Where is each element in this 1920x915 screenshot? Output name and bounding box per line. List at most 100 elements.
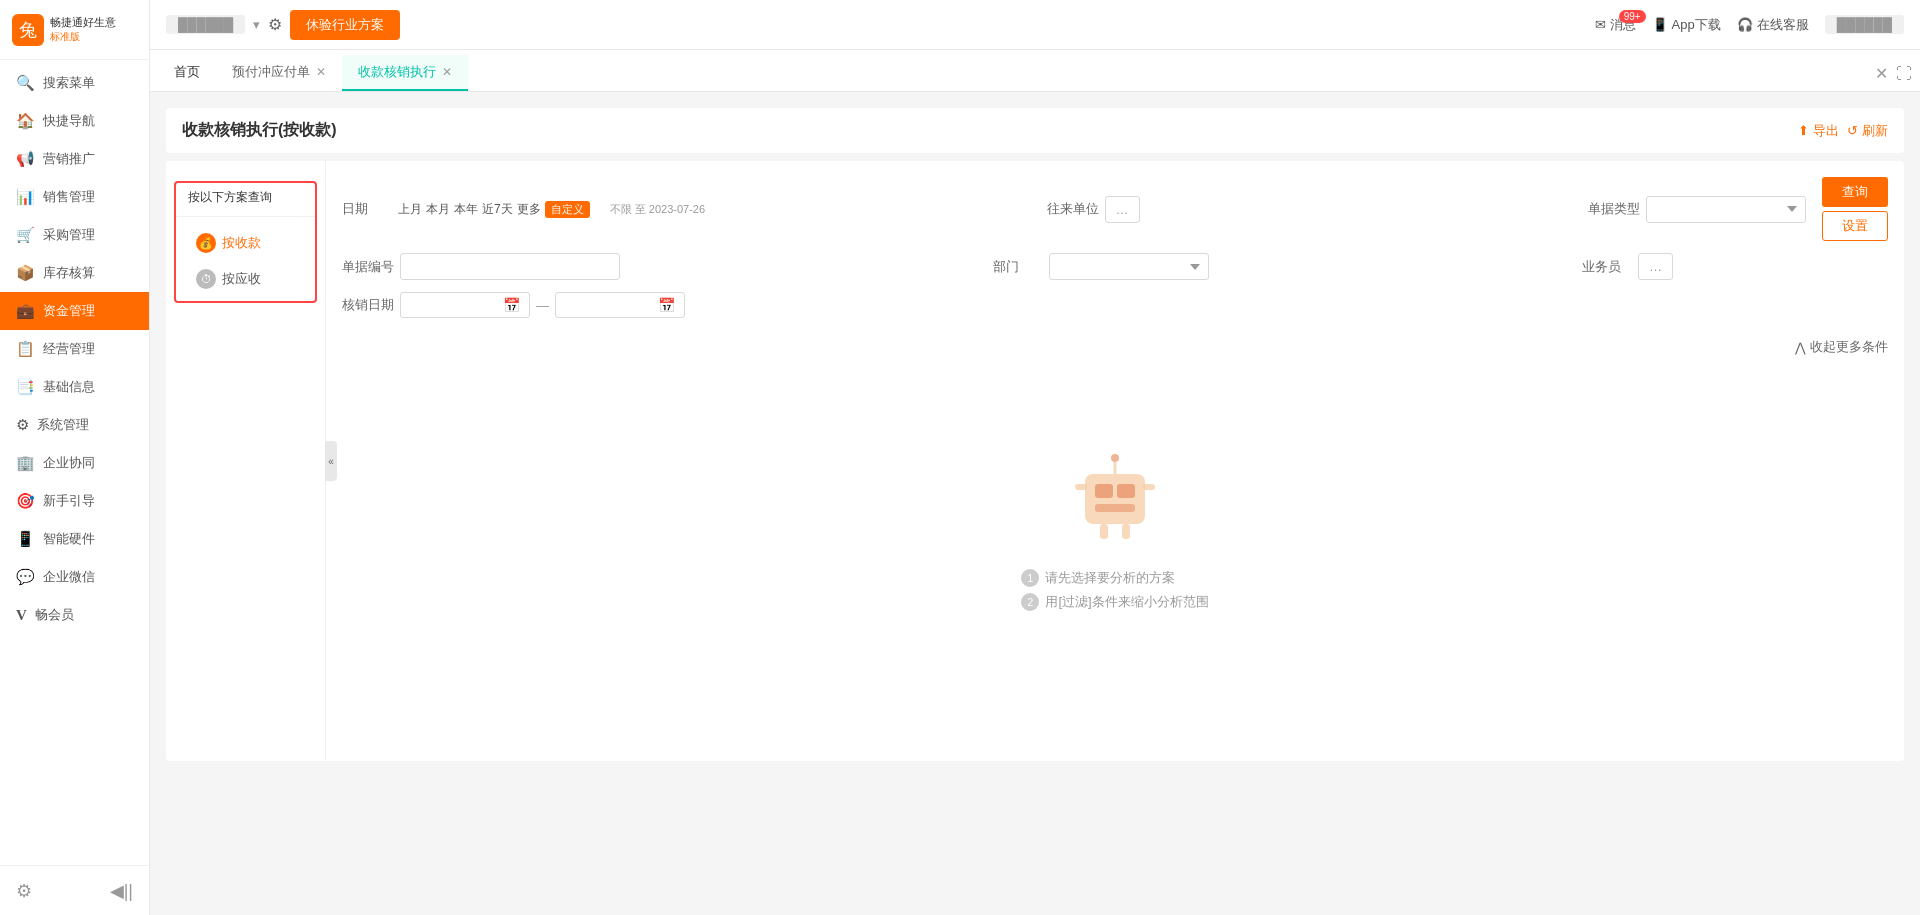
empty-step-2: 2 用[过滤]条件来缩小分析范围	[1021, 593, 1208, 611]
salesperson-input-btn[interactable]: …	[1638, 253, 1673, 280]
by-receivable-icon: ⏱	[196, 269, 216, 289]
title-actions: ⬆ 导出 ↺ 刷新	[1798, 122, 1888, 140]
sidebar-item-label: 营销推广	[43, 150, 95, 168]
tab-receivable-label: 收款核销执行	[358, 63, 436, 81]
export-btn[interactable]: ⬆ 导出	[1798, 122, 1839, 140]
filter-by-receivable[interactable]: ⏱ 按应收	[176, 261, 315, 297]
operations-icon: 📋	[16, 340, 35, 358]
date-this-year[interactable]: 本年	[454, 201, 478, 218]
date-hint: 不限 至 2023-07-26	[610, 202, 705, 217]
sidebar-item-member[interactable]: V 畅会员	[0, 596, 149, 634]
cal-end-icon[interactable]: 📅	[658, 297, 675, 313]
doctype-select[interactable]	[1646, 196, 1806, 223]
action-btns: 查询 设置	[1822, 177, 1888, 241]
dept-select[interactable]	[1049, 253, 1209, 280]
query-btn[interactable]: 查询	[1822, 177, 1888, 207]
sidebar-item-label: 采购管理	[43, 226, 95, 244]
sidebar-item-label: 销售管理	[43, 188, 95, 206]
tab-receivable[interactable]: 收款核销执行 ✕	[342, 55, 468, 91]
tab-home[interactable]: 首页	[158, 55, 216, 91]
date-end-wrap: 2023-07-21 📅	[555, 292, 685, 318]
header-dropdown-icon[interactable]: ▾	[253, 17, 260, 32]
online-service-btn[interactable]: 🎧 在线客服	[1737, 16, 1809, 34]
filter-panel: 按以下方案查询 💰 按收款 ⏱ 按应收 «	[166, 161, 326, 761]
dept-label: 部门	[993, 258, 1043, 276]
sidebar-footer: ⚙ ◀‍||	[0, 865, 149, 915]
sidebar-item-hardware[interactable]: 📱 智能硬件	[0, 520, 149, 558]
tab-prepay-label: 预付冲应付单	[232, 63, 310, 81]
date-custom-tag[interactable]: 自定义	[545, 201, 590, 218]
user-avatar[interactable]: ██████	[1825, 15, 1904, 34]
tab-receivable-close[interactable]: ✕	[442, 65, 452, 79]
svg-rect-1	[1095, 484, 1113, 498]
sidebar-item-wechat[interactable]: 💬 企业微信	[0, 558, 149, 596]
sidebar-item-sales[interactable]: 📊 销售管理	[0, 178, 149, 216]
svg-point-9	[1111, 454, 1119, 462]
date-hint-text: 不限 至 2023-07-26	[610, 202, 705, 217]
svg-rect-3	[1095, 504, 1135, 512]
counterpart-input-btn[interactable]: …	[1105, 196, 1140, 223]
header-gear-icon[interactable]: ⚙	[268, 15, 282, 34]
app-download-label: App下载	[1672, 16, 1721, 34]
sidebar-item-label: 智能硬件	[43, 530, 95, 548]
sidebar-item-onboarding[interactable]: 🎯 新手引导	[0, 482, 149, 520]
sidebar-item-operations[interactable]: 📋 经营管理	[0, 330, 149, 368]
filter-options-box: 按以下方案查询 💰 按收款 ⏱ 按应收	[174, 181, 317, 303]
step2-text: 用[过滤]条件来缩小分析范围	[1045, 593, 1208, 611]
industry-btn[interactable]: 休验行业方案	[290, 10, 400, 40]
sidebar-item-inventory[interactable]: 📦 库存核算	[0, 254, 149, 292]
svg-rect-4	[1100, 524, 1108, 539]
date-start-input[interactable]: 2023-03-01	[409, 298, 499, 313]
empty-illustration	[1055, 444, 1175, 544]
sidebar-item-marketing[interactable]: 📢 营销推广	[0, 140, 149, 178]
tab-maximize-btn[interactable]: ⛶	[1896, 64, 1912, 83]
collapse-sidebar-icon[interactable]: ◀‍||	[110, 880, 133, 902]
sidebar-item-search-menu[interactable]: 🔍 搜索菜单	[0, 64, 149, 102]
writeoff-date-field: 核销日期 2023-03-01 📅 — 2023-07-21 📅	[342, 292, 685, 318]
header-left: ██████ ▾ ⚙ 休验行业方案	[166, 10, 400, 40]
message-badge: 99+	[1619, 10, 1646, 23]
page-title: 收款核销执行(按收款)	[182, 120, 337, 141]
sidebar: 兔 畅捷通好生意 标准版 🔍 搜索菜单 🏠 快捷导航 📢 营销推广 📊 销售管理…	[0, 0, 150, 915]
date-start-wrap: 2023-03-01 📅	[400, 292, 530, 318]
tab-bar: 首页 预付冲应付单 ✕ 收款核销执行 ✕ ✕ ⛶	[150, 50, 1920, 92]
cal-start-icon[interactable]: 📅	[503, 297, 520, 313]
sidebar-item-basic-info[interactable]: 📑 基础信息	[0, 368, 149, 406]
date-this-month[interactable]: 本月	[426, 201, 450, 218]
docnum-label: 单据编号	[342, 258, 394, 276]
sidebar-item-finance[interactable]: 💼 资金管理	[0, 292, 149, 330]
collapse-more-btn[interactable]: ⋀ 收起更多条件	[1795, 338, 1888, 356]
date-more[interactable]: 更多	[517, 201, 541, 218]
message-btn[interactable]: ✉ 消息 99+	[1595, 16, 1636, 34]
svg-rect-5	[1122, 524, 1130, 539]
refresh-btn[interactable]: ↺ 刷新	[1847, 122, 1888, 140]
date-end-input[interactable]: 2023-07-21	[564, 298, 654, 313]
main-area: ██████ ▾ ⚙ 休验行业方案 ✉ 消息 99+ 📱 App下载 🎧 在线客…	[150, 0, 1920, 915]
settings-icon[interactable]: ⚙	[16, 880, 32, 902]
search-menu-icon: 🔍	[16, 74, 35, 92]
app-download-btn[interactable]: 📱 App下载	[1652, 16, 1721, 34]
collapse-filter-btn[interactable]: «	[325, 441, 337, 481]
tab-prepay-close[interactable]: ✕	[316, 65, 326, 79]
svg-rect-6	[1075, 484, 1087, 490]
tab-close-window-btn[interactable]: ✕	[1875, 64, 1888, 83]
marketing-icon: 📢	[16, 150, 35, 168]
wechat-icon: 💬	[16, 568, 35, 586]
header-right: ✉ 消息 99+ 📱 App下载 🎧 在线客服 ██████	[1595, 15, 1904, 34]
sidebar-item-enterprise[interactable]: 🏢 企业协同	[0, 444, 149, 482]
sidebar-item-purchase[interactable]: 🛒 采购管理	[0, 216, 149, 254]
by-receivable-label: 按应收	[222, 270, 261, 288]
sidebar-item-quick-nav[interactable]: 🏠 快捷导航	[0, 102, 149, 140]
date-separator: —	[536, 298, 549, 313]
filter-by-receipt[interactable]: 💰 按收款	[176, 225, 315, 261]
main-panel: 按以下方案查询 💰 按收款 ⏱ 按应收 «	[166, 161, 1904, 761]
date-range: 2023-03-01 📅 — 2023-07-21 📅	[400, 292, 685, 318]
search-row-3: 核销日期 2023-03-01 📅 — 2023-07-21 📅	[342, 292, 1888, 318]
sidebar-item-system[interactable]: ⚙ 系统管理	[0, 406, 149, 444]
docnum-input[interactable]	[400, 253, 620, 280]
date-last-month[interactable]: 上月	[398, 201, 422, 218]
date-7days[interactable]: 近7天	[482, 201, 513, 218]
settings-btn[interactable]: 设置	[1822, 211, 1888, 241]
tab-prepay[interactable]: 预付冲应付单 ✕	[216, 55, 342, 91]
header-brand: ██████	[166, 15, 245, 34]
